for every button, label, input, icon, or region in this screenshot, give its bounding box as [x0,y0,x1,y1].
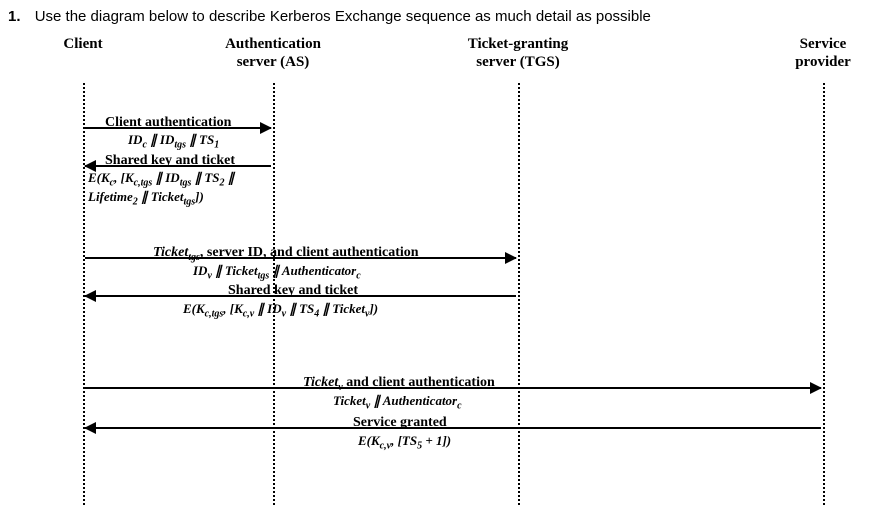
actor-tgs: Ticket-granting server (TGS) [443,35,593,71]
arrow-m6 [85,427,821,429]
arrow-head-left-icon [84,290,96,302]
kerberos-sequence-diagram: Client Authentication server (AS) Ticket… [23,35,883,505]
arrow-head-left-icon [84,422,96,434]
arrow-head-right-icon [505,252,517,264]
actor-tgs-line1: Ticket-granting [468,36,569,52]
actor-as: Authentication server (AS) [203,35,343,71]
question-number: 1. [8,8,21,25]
lifeline-sp [823,83,825,505]
actor-client: Client [43,35,123,53]
actor-as-line2: server (AS) [237,54,310,70]
m2-detail: E(Kc, [Kc,tgs ∥ IDtgs ∥ TS2 ∥Lifetime2 ∥… [88,170,234,207]
m6-detail: E(Kc,v, [TS5 + 1]) [358,433,451,452]
m3-detail: IDv ∥ Tickettgs ∥ Authenticatorc [193,263,361,282]
actor-as-line1: Authentication [225,36,321,52]
m3-title: Tickettgs, server ID, and client authent… [153,245,419,263]
question-suffix: as much detail as possible [471,8,651,25]
question-prefix: Use the diagram below to describe [35,8,270,25]
arrow-head-right-icon [260,122,272,134]
m4-detail: E(Kc,tgs, [Kc,v ∥ IDv ∥ TS4 ∥ Ticketv]) [183,301,378,320]
actor-sp-line1: Service [800,36,847,52]
m5-title: Ticketv and client authentication [303,375,495,393]
m6-title: Service granted [353,415,447,431]
actor-sp: Service provider [773,35,873,71]
lifeline-tgs [518,83,520,505]
question-subject: Kerberos Exchange sequence [270,8,471,25]
m4-title: Shared key and ticket [228,283,358,299]
question-text: 1. Use the diagram below to describe Ker… [8,8,890,25]
m2-title: Shared key and ticket [105,153,235,169]
actor-tgs-line2: server (TGS) [476,54,559,70]
arrow-head-right-icon [810,382,822,394]
m5-detail: Ticketv ∥ Authenticatorc [333,393,462,412]
m1-detail: IDc ∥ IDtgs ∥ TS1 [128,132,219,151]
actor-sp-line2: provider [795,54,851,70]
m1-title: Client authentication [105,115,231,131]
